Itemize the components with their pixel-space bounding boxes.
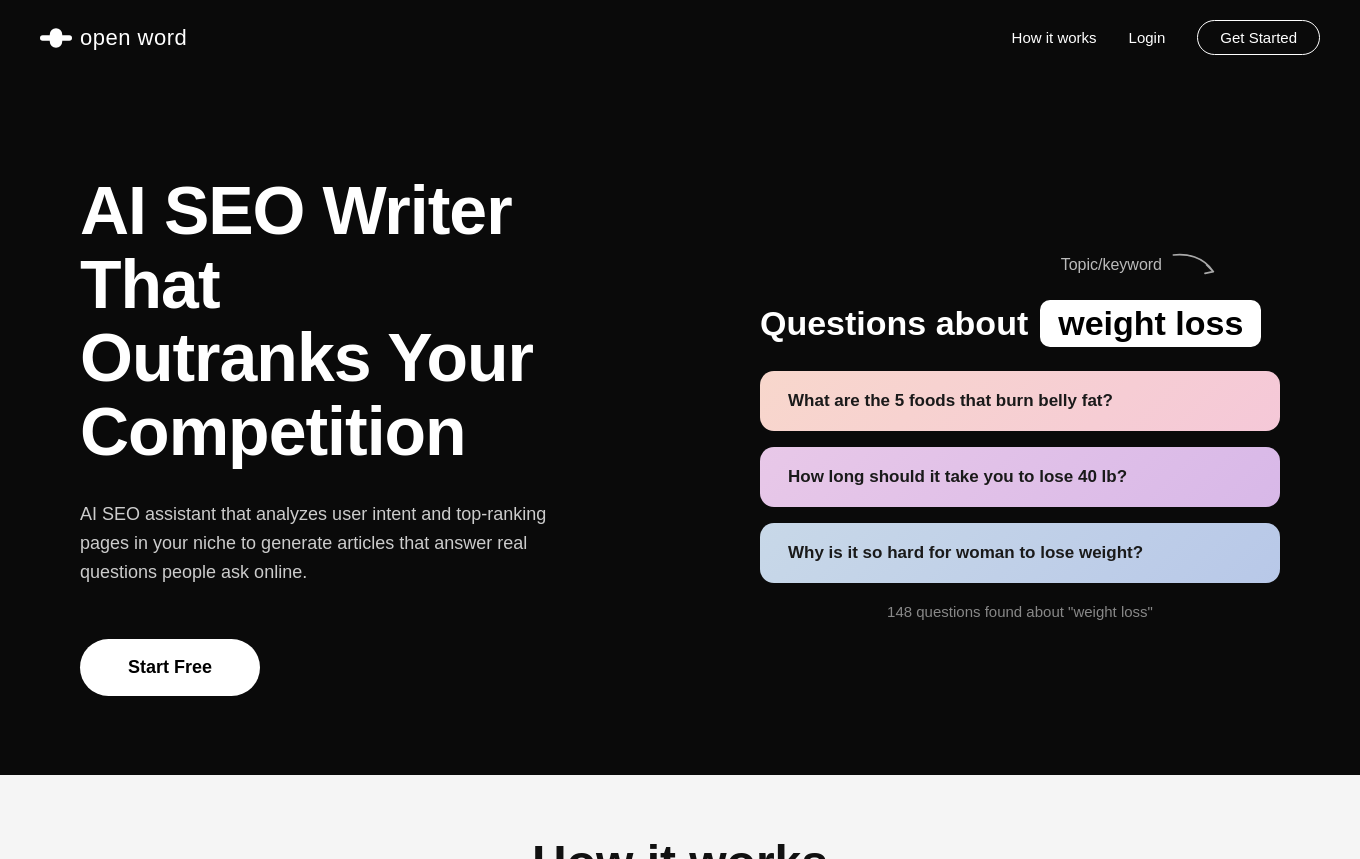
logo-text: open word	[80, 25, 187, 51]
hero-section: AI SEO Writer That Outranks Your Competi…	[0, 75, 1360, 775]
arrow-icon	[1170, 250, 1220, 280]
question-card-1[interactable]: What are the 5 foods that burn belly fat…	[760, 371, 1280, 431]
keyword-pill: weight loss	[1040, 300, 1261, 347]
topic-label-area: Topic/keyword	[1061, 250, 1220, 280]
logo: open word	[40, 22, 187, 54]
how-it-works-title: How it works	[80, 835, 1280, 859]
svg-rect-2	[60, 35, 72, 40]
nav-how-it-works[interactable]: How it works	[1012, 29, 1097, 46]
logo-icon	[40, 22, 72, 54]
get-started-button[interactable]: Get Started	[1197, 20, 1320, 55]
hero-title-line1: AI SEO Writer That	[80, 172, 512, 321]
nav-links: How it works Login Get Started	[1012, 20, 1320, 55]
hero-title-line2: Outranks Your Competition	[80, 319, 533, 468]
topic-label: Topic/keyword	[1061, 256, 1162, 274]
how-it-works-section: How it works	[0, 775, 1360, 859]
nav-login[interactable]: Login	[1129, 29, 1166, 46]
start-free-button[interactable]: Start Free	[80, 639, 260, 696]
question-card-2[interactable]: How long should it take you to lose 40 l…	[760, 447, 1280, 507]
hero-subtitle: AI SEO assistant that analyzes user inte…	[80, 500, 560, 586]
hero-left: AI SEO Writer That Outranks Your Competi…	[80, 174, 640, 695]
question-card-3[interactable]: Why is it so hard for woman to lose weig…	[760, 523, 1280, 583]
questions-count: 148 questions found about "weight loss"	[887, 603, 1153, 620]
questions-prefix: Questions about	[760, 304, 1028, 343]
hero-title: AI SEO Writer That Outranks Your Competi…	[80, 174, 640, 468]
navbar: open word How it works Login Get Started	[0, 0, 1360, 75]
hero-demo-panel: Topic/keyword Questions about weight los…	[760, 250, 1280, 620]
questions-header: Questions about weight loss	[760, 300, 1261, 347]
